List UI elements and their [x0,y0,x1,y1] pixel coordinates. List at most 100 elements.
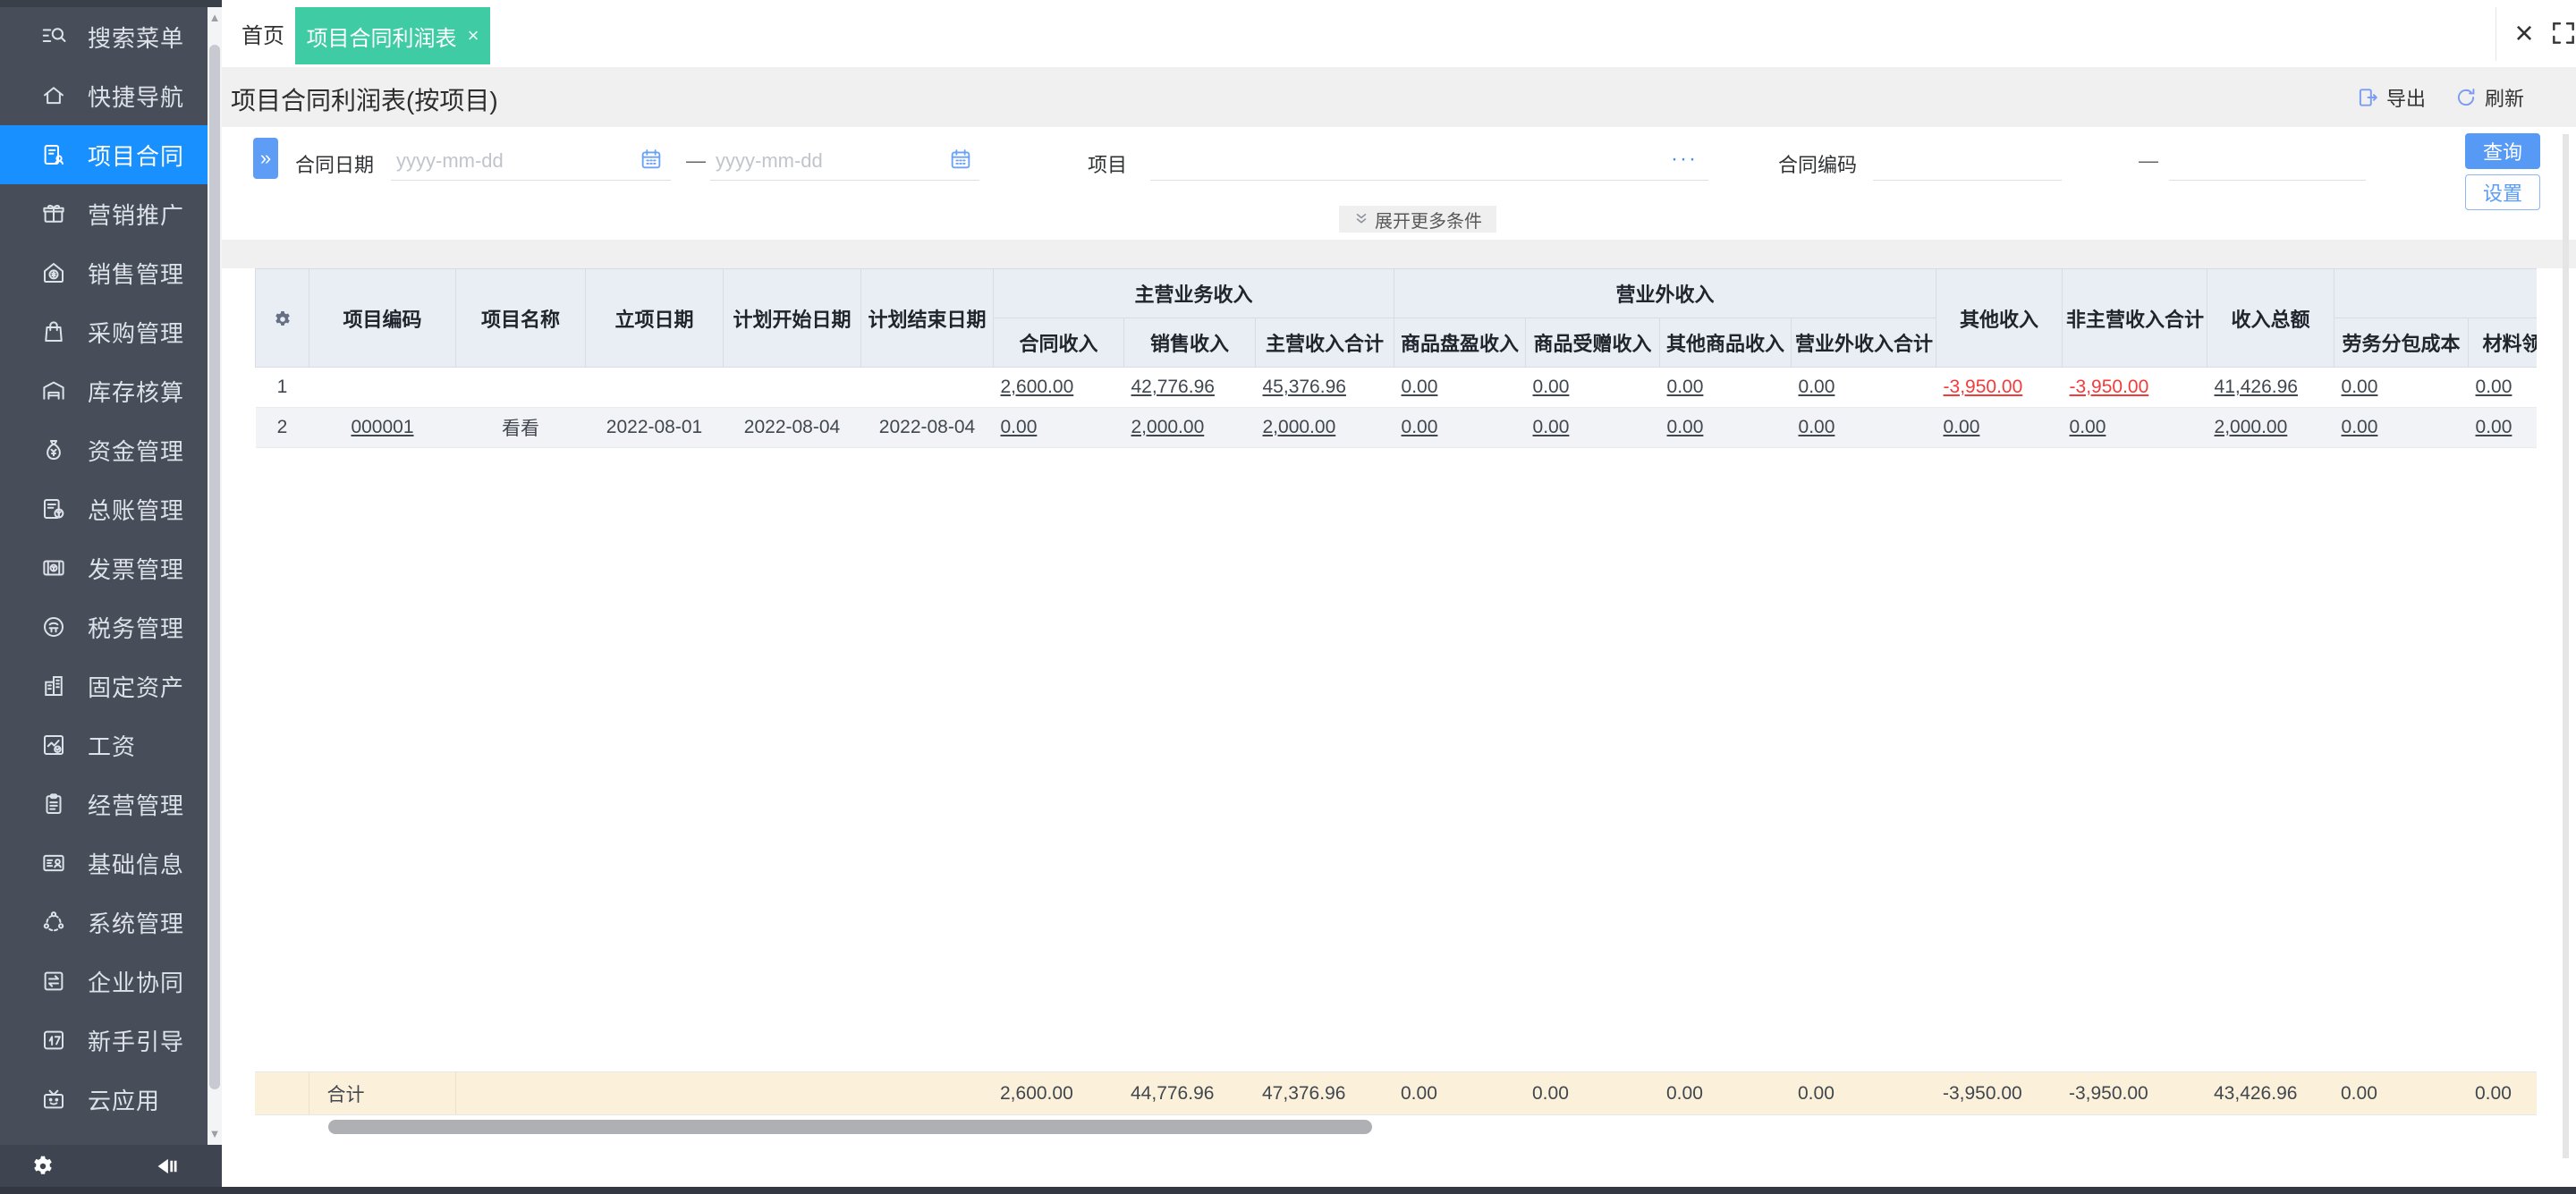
fullscreen-icon[interactable] [2549,19,2576,49]
calendar-icon[interactable] [948,147,973,172]
sidebar-item-funds[interactable]: 资金管理 [0,420,208,479]
filter-table-gap [222,240,2576,268]
contract-date-start-input[interactable] [391,141,671,181]
settings-gear-icon[interactable] [16,1153,70,1180]
sidebar-item-cloud-apps[interactable]: 云应用 [0,1070,208,1129]
settings-button[interactable]: 设置 [2465,174,2540,210]
system-icon [39,908,68,936]
total-labor-cost: 0.00 [2334,1071,2468,1115]
contract-code-start-input[interactable] [1873,141,2062,181]
sidebar-item-basic-info[interactable]: 基础信息 [0,834,208,893]
total-label: 合计 [309,1071,456,1115]
drill-link[interactable]: -3,950.00 [1944,377,2023,397]
tab-active-report[interactable]: 项目合同利润表 × [295,7,490,64]
sidebar-item-quick-nav[interactable]: 快捷导航 [0,66,208,125]
sidebar-item-project-contract[interactable]: 项目合同 [0,125,208,184]
vertical-scrollbar-track[interactable] [2563,134,2569,1158]
refresh-icon [2457,89,2475,106]
table-row: 1 2,600.00 42,776.96 45,376.96 0.00 0.00… [255,367,2537,408]
sidebar-scrollbar[interactable]: ▲ ▼ [208,7,222,1145]
sidebar-scrollbar-thumb[interactable] [209,45,220,1089]
marketing-icon [39,199,68,228]
expand-filter-sidebar-button[interactable]: » [253,138,278,179]
sidebar-item-ledger[interactable]: 总账管理 [0,479,208,538]
calendar-icon[interactable] [639,147,664,172]
export-button[interactable]: 导出 [2356,83,2426,112]
collaboration-icon [39,967,68,995]
total-inventory-gain: 0.00 [1394,1071,1525,1115]
horizontal-scrollbar-thumb[interactable] [328,1120,1372,1134]
drill-link[interactable]: 45,376.96 [1263,377,1346,397]
sidebar-item-invoice[interactable]: 发票管理 [0,538,208,597]
sidebar-item-operations[interactable]: 经营管理 [0,775,208,834]
expand-more-conditions-button[interactable]: 展开更多条件 [1339,206,1496,233]
refresh-button[interactable]: 刷新 [2454,83,2524,112]
drill-link[interactable]: 0.00 [1533,377,1570,397]
sidebar-item-fixed-assets[interactable]: 固定资产 [0,656,208,716]
chevron-double-down-icon [1356,214,1367,224]
tab-close-icon[interactable]: × [468,24,479,47]
drill-link[interactable]: 2,000.00 [1263,417,1336,437]
project-label: 项目 [1088,154,1128,176]
drill-link[interactable]: 2,000.00 [1131,417,1205,437]
sidebar-item-search-menu[interactable]: 搜索菜单 [0,7,208,66]
scroll-up-icon[interactable]: ▲ [208,11,222,25]
table-row: 2 000001 看看 2022-08-01 2022-08-04 2022-0… [255,407,2537,448]
drill-link[interactable]: 0.00 [1001,417,1038,437]
drill-link[interactable]: -3,950.00 [2070,377,2149,397]
export-icon [2359,89,2377,106]
sidebar-item-sales[interactable]: 销售管理 [0,243,208,302]
drill-link[interactable]: 0.00 [2342,377,2378,397]
drill-link[interactable]: 0.00 [1799,377,1835,397]
column-header-material-cost: 材料领用 [2468,318,2537,368]
drill-link[interactable]: 0.00 [2070,417,2106,437]
contract-date-label: 合同日期 [295,154,375,176]
row-index: 2 [255,407,309,448]
contract-code-end-input[interactable] [2169,141,2366,181]
project-picker-dots-icon[interactable]: ··· [1671,147,1698,172]
drill-link[interactable]: 0.00 [1944,417,1980,437]
sidebar-top-strip [0,0,222,7]
column-header-sales-income: 销售收入 [1123,318,1256,368]
column-header-contract-income: 合同收入 [993,318,1124,368]
drill-link[interactable]: 0.00 [2476,417,2512,437]
drill-link[interactable]: 42,776.96 [1131,377,1215,397]
purchase-icon [39,318,68,346]
column-settings-header[interactable] [255,268,309,368]
drill-link[interactable]: 2,600.00 [1001,377,1074,397]
scroll-down-icon[interactable]: ▼ [208,1127,222,1141]
drill-link[interactable]: 2,000.00 [2215,417,2288,437]
drill-link[interactable]: 0.00 [1533,417,1570,437]
drill-link[interactable]: 0.00 [1402,377,1438,397]
sidebar-item-marketing[interactable]: 营销推广 [0,184,208,243]
drill-link[interactable]: 0.00 [2476,377,2512,397]
column-header-project-name: 项目名称 [455,268,586,368]
project-input[interactable] [1150,141,1708,181]
drill-link[interactable]: 41,426.96 [2215,377,2298,397]
fixed-assets-icon [39,672,68,700]
drill-link[interactable]: 0.00 [1667,377,1704,397]
window-close-button[interactable]: × [2504,11,2544,55]
drill-link[interactable]: 0.00 [1402,417,1438,437]
page-title: 项目合同利润表(按项目) [231,87,498,114]
newbie-guide-icon [39,1026,68,1054]
project-code-link[interactable]: 000001 [351,417,413,437]
column-header-non-operating-total: 营业外收入合计 [1791,318,1937,368]
drill-link[interactable]: 0.00 [1667,417,1704,437]
sidebar-item-tax[interactable]: 税务管理 [0,597,208,656]
sidebar-menu: 搜索菜单 快捷导航 项目合同 营销推广 销售管理 采购管理 库存核算 资金管理 [0,7,208,1129]
collapse-sidebar-icon[interactable] [140,1153,193,1180]
sidebar-item-collaboration[interactable]: 企业协同 [0,952,208,1011]
sidebar-item-newbie-guide[interactable]: 新手引导 [0,1011,208,1070]
total-contract-income: 2,600.00 [993,1071,1123,1115]
search-button[interactable]: 查询 [2465,133,2540,169]
sidebar-item-inventory[interactable]: 库存核算 [0,361,208,420]
drill-link[interactable]: 0.00 [1799,417,1835,437]
contract-date-end-input[interactable] [710,141,979,181]
drill-link[interactable]: 0.00 [2342,417,2378,437]
sidebar-item-payroll[interactable]: 工资 [0,716,208,775]
tab-home[interactable]: 首页 [242,0,284,67]
sidebar-item-purchase[interactable]: 采购管理 [0,302,208,361]
sidebar-item-system[interactable]: 系统管理 [0,893,208,952]
column-header-gift-income: 商品受赠收入 [1525,318,1661,368]
